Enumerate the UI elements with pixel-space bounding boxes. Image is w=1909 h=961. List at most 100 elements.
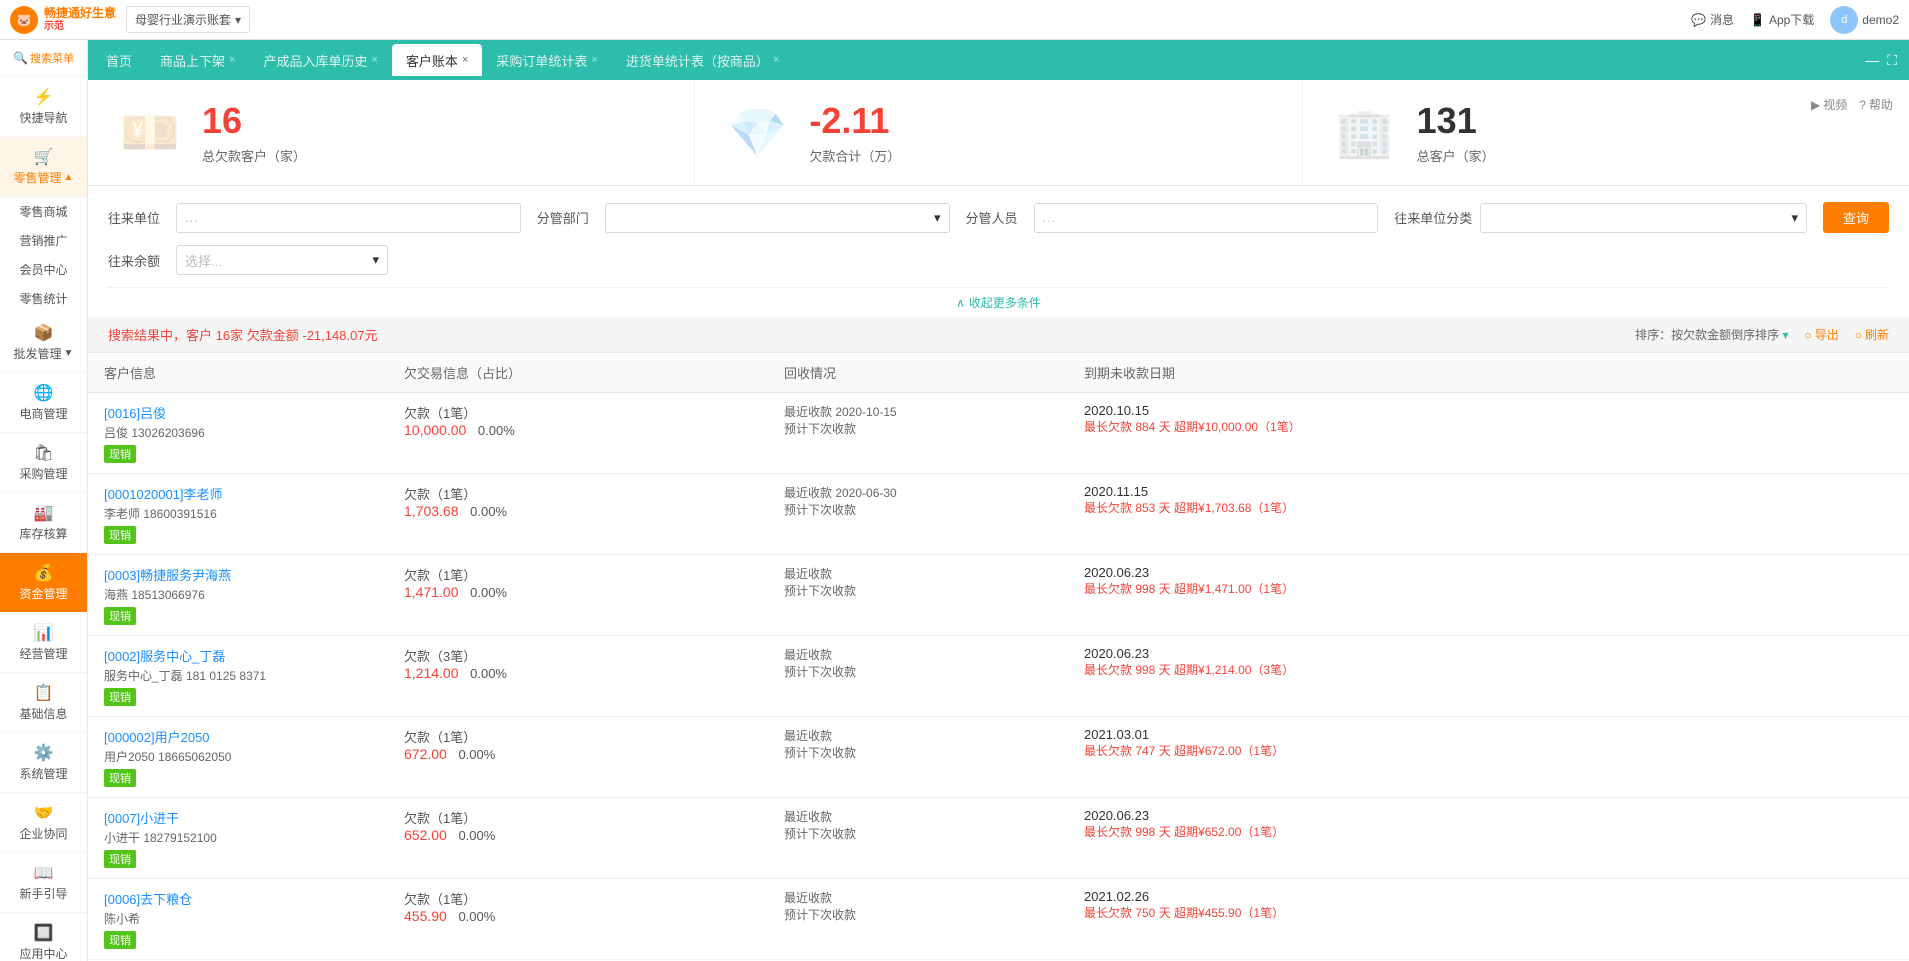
due-date: 2020.10.15	[1084, 403, 1893, 418]
sidebar-item-finance[interactable]: 💰 资金管理	[0, 553, 87, 613]
customer-name-link[interactable]: [000002]用户2050	[104, 727, 372, 746]
due-date: 2021.03.01	[1084, 727, 1893, 742]
tab-customer-account[interactable]: 客户账本 ×	[392, 44, 482, 76]
tab-close-products-offline[interactable]: ×	[229, 54, 235, 66]
customer-name-link[interactable]: [0006]去下粮仓	[104, 889, 372, 908]
filter-select-dept[interactable]: ▾	[605, 203, 950, 233]
col-customer-info: 客户信息	[88, 353, 388, 393]
tab-products-offline[interactable]: 商品上下架 ×	[146, 44, 249, 76]
overdue-amount-link[interactable]: 超期¥672.00（1笔）	[1174, 744, 1284, 758]
card-content-debt: -2.11 欠款合计（万）	[809, 100, 900, 165]
next-collection: 预计下次收款	[784, 906, 1052, 923]
sidebar-item-batch-mgmt[interactable]: 📦 批发管理 ▼	[0, 313, 87, 373]
overdue-amount-link[interactable]: 超期¥1,471.00（1笔）	[1174, 582, 1294, 596]
due-date: 2021.02.26	[1084, 889, 1893, 904]
app-download-button[interactable]: 📱 App下载	[1750, 11, 1814, 28]
overdue-info: 最长欠款 998 天 超期¥1,471.00（1笔）	[1084, 580, 1893, 597]
tab-close-customer-account[interactable]: ×	[462, 54, 468, 66]
sidebar-item-retail-mgmt[interactable]: 🛒 零售管理 ▲	[0, 137, 87, 197]
debt-label: 欠款（1笔）	[404, 565, 752, 584]
debt-percent: 0.00%	[458, 747, 495, 762]
overdue-amount-link[interactable]: 超期¥10,000.00（1笔）	[1174, 420, 1301, 434]
tab-close-production-history[interactable]: ×	[371, 54, 377, 66]
top-bar-actions: 💬 消息 📱 App下载 d demo2	[1691, 6, 1899, 34]
debt-label: 欠款（1笔）	[404, 484, 752, 503]
cell-debt-info: 欠款（1笔） 652.00 0.00%	[388, 798, 768, 879]
overdue-amount-link[interactable]: 超期¥652.00（1笔）	[1174, 825, 1284, 839]
logo-icon: 🐷	[10, 6, 38, 34]
debt-amount[interactable]: 1,471.00	[404, 584, 459, 600]
debt-amount[interactable]: 1,214.00	[404, 665, 459, 681]
debt-amount[interactable]: 672.00	[404, 746, 447, 762]
tab-home[interactable]: 首页	[92, 44, 146, 76]
customer-name-link[interactable]: [0002]服务中心_丁磊	[104, 646, 372, 665]
overdue-amount-link[interactable]: 超期¥455.90（1笔）	[1174, 906, 1284, 920]
maximize-button[interactable]: ⛶	[1887, 52, 1897, 69]
table-row: [0002]服务中心_丁磊 服务中心_丁磊 181 0125 8371 现销 欠…	[88, 636, 1909, 717]
tabs-bar: 首页 商品上下架 × 产成品入库单历史 × 客户账本 × 采购订单统计表 ×	[88, 40, 1909, 80]
debt-amount[interactable]: 455.90	[404, 908, 447, 924]
sidebar-item-ecommerce[interactable]: 🌐 电商管理	[0, 373, 87, 433]
refresh-button[interactable]: ○ 刷新	[1855, 326, 1889, 343]
overdue-info: 最长欠款 998 天 超期¥1,214.00（3笔）	[1084, 661, 1893, 678]
sidebar-item-marketing[interactable]: 营销推广	[0, 226, 87, 255]
help-button[interactable]: ? 帮助	[1859, 96, 1893, 113]
overdue-amount-link[interactable]: 超期¥1,214.00（3笔）	[1174, 663, 1294, 677]
sidebar-item-member-center[interactable]: 会员中心	[0, 255, 87, 284]
customer-name-link[interactable]: [0016]吕俊	[104, 403, 372, 422]
sidebar-item-basic-info[interactable]: 📋 基础信息	[0, 673, 87, 733]
search-button[interactable]: 查询	[1823, 202, 1889, 233]
result-summary: 搜索结果中，客户 16家 欠款金额 -21,148.07元	[108, 325, 378, 344]
sidebar-search[interactable]: 🔍 搜索菜单	[0, 40, 87, 77]
cell-due-date: 2020.06.23 最长欠款 998 天 超期¥1,471.00（1笔）	[1068, 555, 1909, 636]
export-button[interactable]: ○ 导出	[1804, 326, 1838, 343]
debt-amount[interactable]: 1,703.68	[404, 503, 459, 519]
customer-name-link[interactable]: [0007]小进干	[104, 808, 372, 827]
tab-close-inbound-stat[interactable]: ×	[773, 54, 779, 66]
customer-name-link[interactable]: [0001020001]李老师	[104, 484, 372, 503]
tab-close-purchase-order[interactable]: ×	[591, 54, 597, 66]
tab-inbound-stat[interactable]: 进货单统计表（按商品） ×	[612, 44, 793, 76]
col-due-date: 到期未收款日期	[1068, 353, 1909, 393]
last-collection: 最近收款	[784, 889, 1052, 906]
filter-input-person[interactable]: ...	[1034, 203, 1379, 233]
sidebar-item-system[interactable]: ⚙️ 系统管理	[0, 733, 87, 793]
filter-input-unit[interactable]: ...	[176, 203, 521, 233]
tab-production-history[interactable]: 产成品入库单历史 ×	[249, 44, 391, 76]
tab-purchase-order[interactable]: 采购订单统计表 ×	[482, 44, 611, 76]
card-label-total: 总客户（家）	[1417, 146, 1495, 165]
video-button[interactable]: ▶ 视频	[1811, 96, 1847, 113]
sidebar-item-quick-nav[interactable]: ⚡ 快捷导航	[0, 77, 87, 137]
message-button[interactable]: 💬 消息	[1691, 11, 1734, 28]
sidebar-item-purchase[interactable]: 🛍 采购管理	[0, 433, 87, 493]
overdue-info: 最长欠款 747 天 超期¥672.00（1笔）	[1084, 742, 1893, 759]
result-actions: 排序：按欠款金额倒序排序 ▾ ○ 导出 ○ 刷新	[1635, 326, 1889, 343]
minimize-button[interactable]: —	[1865, 52, 1879, 69]
user-avatar-area[interactable]: d demo2	[1830, 6, 1899, 34]
sidebar-item-retail-stats[interactable]: 零售统计	[0, 284, 87, 313]
avatar: d	[1830, 6, 1858, 34]
filter-item-dept: 分管部门 ▾	[537, 203, 950, 233]
table-row: [0016]吕俊 吕俊 13026203696 现销 欠款（1笔） 10,000…	[88, 393, 1909, 474]
app-logo: 🐷 畅捷通好生意 示范	[10, 6, 116, 34]
debt-amount[interactable]: 652.00	[404, 827, 447, 843]
customer-name-link[interactable]: [0003]畅捷服务尹海燕	[104, 565, 372, 584]
sidebar-item-operations[interactable]: 📊 经营管理	[0, 613, 87, 673]
store-selector[interactable]: 母婴行业演示账套 ▾	[126, 6, 250, 33]
card-icon-customers: 💴	[118, 101, 182, 165]
cell-due-date: 2020.10.15 最长欠款 884 天 超期¥10,000.00（1笔）	[1068, 393, 1909, 474]
sort-label[interactable]: 排序：按欠款金额倒序排序 ▾	[1635, 326, 1788, 343]
filter-select-balance[interactable]: 选择... ▾	[176, 245, 388, 275]
sidebar-item-app-center[interactable]: 🔲 应用中心	[0, 913, 87, 961]
collapse-filter-button[interactable]: ∧ 收起更多条件	[108, 287, 1889, 317]
filter-select-category[interactable]: ▾	[1480, 203, 1807, 233]
customer-phone: 小进干 18279152100	[104, 829, 372, 846]
sidebar-item-inventory[interactable]: 🏭 库存核算	[0, 493, 87, 553]
cell-debt-info: 欠款（1笔） 1,703.68 0.00%	[388, 474, 768, 555]
overdue-amount-link[interactable]: 超期¥1,703.68（1笔）	[1174, 501, 1294, 515]
debt-amount[interactable]: 10,000.00	[404, 422, 466, 438]
sidebar-item-enterprise-collab[interactable]: 🤝 企业协同	[0, 793, 87, 853]
sidebar-item-retail-store[interactable]: 零售商城	[0, 197, 87, 226]
last-collection: 最近收款	[784, 727, 1052, 744]
sidebar-item-new-guide[interactable]: 📖 新手引导	[0, 853, 87, 913]
